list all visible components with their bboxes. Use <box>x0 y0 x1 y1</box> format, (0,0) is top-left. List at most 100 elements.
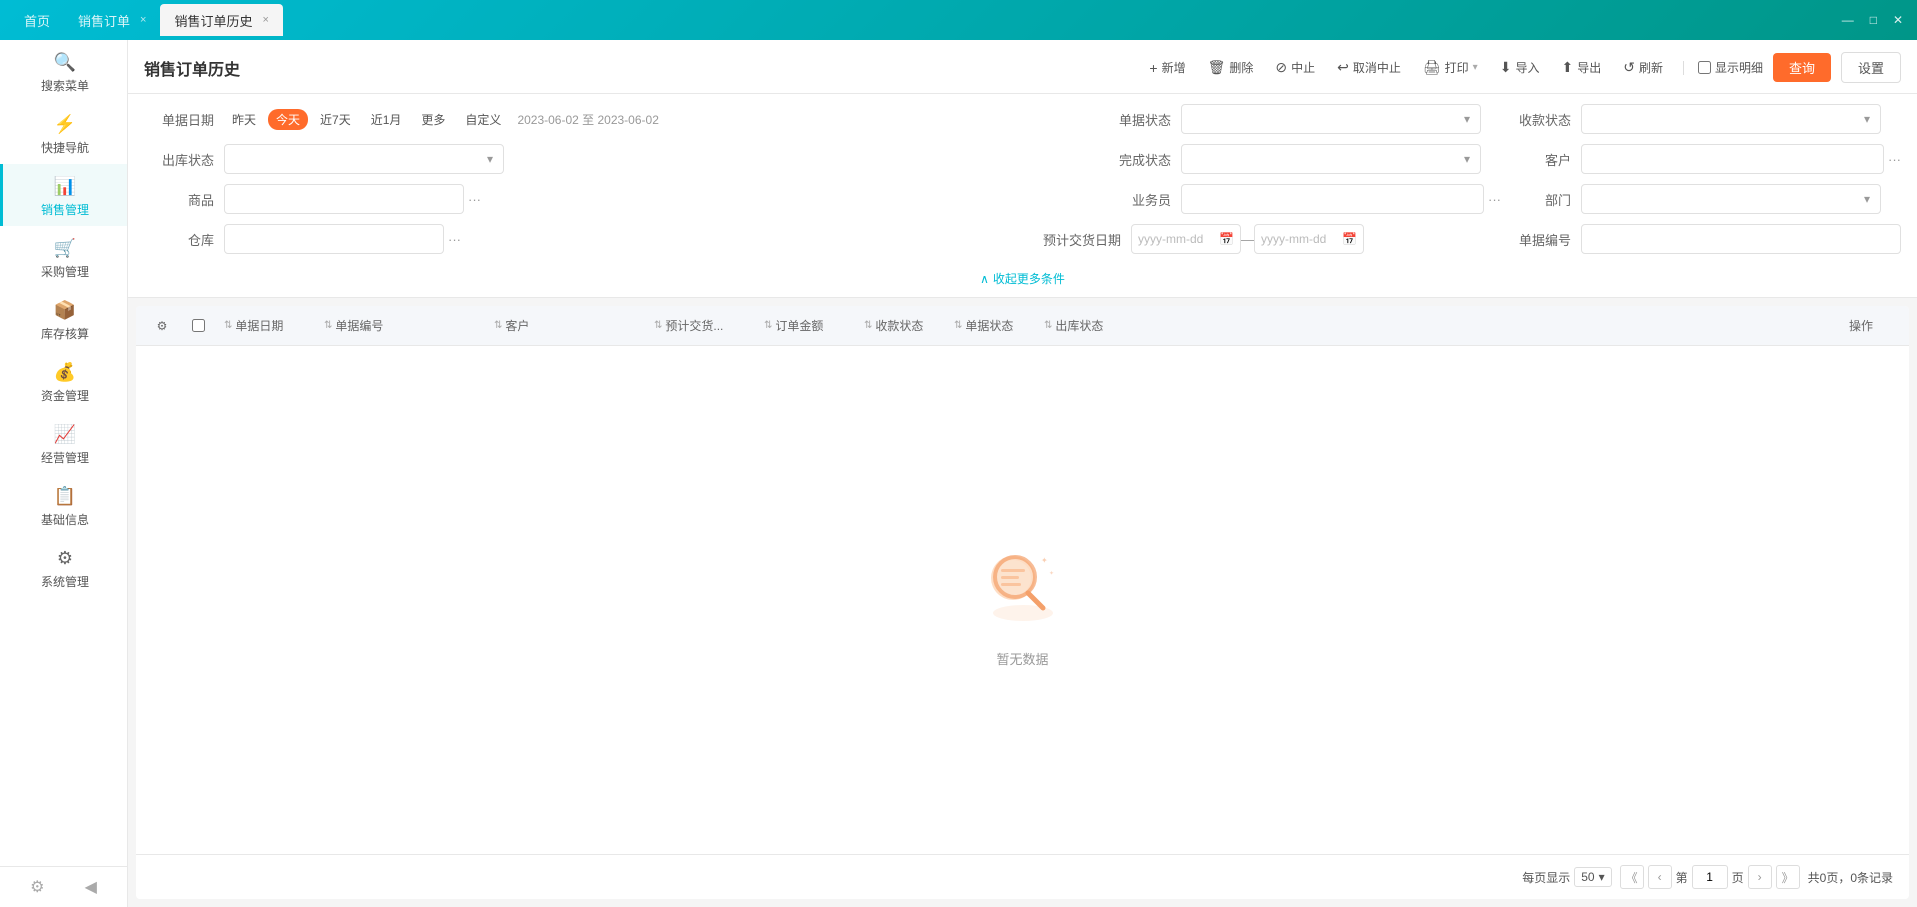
import-button[interactable]: ⬇ 导入 <box>1494 55 1546 80</box>
tab-sales-order-close[interactable]: × <box>140 14 146 26</box>
page-size-value: 50 <box>1581 870 1594 884</box>
warehouse-input[interactable] <box>224 224 444 254</box>
sidebar-item-purchase[interactable]: 🛒 采购管理 <box>0 226 127 288</box>
page-size-box[interactable]: 50 ▾ <box>1574 867 1611 887</box>
sidebar-item-system[interactable]: ⚙ 系统管理 <box>0 536 127 598</box>
toggle-sidebar-icon[interactable]: ◀ <box>85 877 97 897</box>
page-number-input[interactable] <box>1692 865 1728 889</box>
sort-icon-stock: ⇅ <box>1044 320 1052 331</box>
warehouse-dots[interactable]: ··· <box>448 232 461 247</box>
filter-col-payment-status: 收款状态 ▾ <box>1501 104 1901 134</box>
th-settings[interactable]: ⚙ <box>144 319 180 333</box>
select-all-checkbox[interactable] <box>192 319 205 332</box>
import-icon: ⬇ <box>1500 59 1512 76</box>
last-page-button[interactable]: 》 <box>1776 865 1800 889</box>
customer-input[interactable] <box>1581 144 1884 174</box>
cancel-stop-button[interactable]: ↩ 取消中止 <box>1331 55 1407 80</box>
btn-1month[interactable]: 近1月 <box>363 109 410 130</box>
delete-button[interactable]: 🗑 删除 <box>1202 55 1260 80</box>
query-button[interactable]: 查询 <box>1773 53 1831 82</box>
stop-button[interactable]: ⊘ 中止 <box>1269 55 1321 80</box>
th-delivery[interactable]: ⇅ 预计交货... <box>646 317 756 334</box>
delivery-date-from[interactable]: yyyy-mm-dd 📅 <box>1131 224 1241 254</box>
sidebar-item-system-label: 系统管理 <box>41 573 89 590</box>
refresh-button[interactable]: ↺ 刷新 <box>1617 55 1669 80</box>
system-icon: ⚙ <box>57 548 73 569</box>
sidebar-item-purchase-label: 采购管理 <box>41 263 89 280</box>
product-dots[interactable]: ··· <box>468 192 481 207</box>
calendar-to-icon[interactable]: 📅 <box>1342 232 1357 246</box>
th-payment-status[interactable]: ⇅ 收款状态 <box>856 317 946 334</box>
prev-page-button[interactable]: ‹ <box>1648 865 1672 889</box>
th-order-no[interactable]: ⇅ 单据编号 <box>316 317 486 334</box>
show-columns-checkbox[interactable] <box>1698 61 1711 74</box>
btn-today[interactable]: 今天 <box>268 109 308 130</box>
maximize-btn[interactable]: □ <box>1866 13 1881 27</box>
sort-icon-payment: ⇅ <box>864 320 872 331</box>
delivery-date-to[interactable]: yyyy-mm-dd 📅 <box>1254 224 1364 254</box>
stock-out-chevron: ▾ <box>487 152 493 166</box>
btn-yesterday[interactable]: 昨天 <box>224 109 264 130</box>
th-action: 操作 <box>1841 317 1901 334</box>
settings-gear-icon[interactable]: ⚙ <box>157 319 168 333</box>
sidebar-item-base-info[interactable]: 📋 基础信息 <box>0 474 127 536</box>
setting-button[interactable]: 设置 <box>1841 52 1901 83</box>
th-stock-status-label: 出库状态 <box>1055 317 1103 334</box>
complete-status-select[interactable]: ▾ <box>1181 144 1481 174</box>
sidebar-item-operations[interactable]: 📈 经营管理 <box>0 412 127 474</box>
tab-home[interactable]: 首页 <box>10 4 64 36</box>
export-button[interactable]: ⬆ 导出 <box>1555 55 1607 80</box>
btn-more[interactable]: 更多 <box>413 109 453 130</box>
filter-col-stock-out: 出库状态 ▾ <box>144 144 1101 174</box>
th-order-status-label: 单据状态 <box>965 317 1013 334</box>
sidebar-item-inventory[interactable]: 📦 库存核算 <box>0 288 127 350</box>
th-delivery-label: 预计交货... <box>665 317 723 334</box>
th-order-status[interactable]: ⇅ 单据状态 <box>946 317 1036 334</box>
th-checkbox[interactable] <box>180 319 216 332</box>
th-customer[interactable]: ⇅ 客户 <box>486 317 646 334</box>
cancel-stop-icon: ↩ <box>1337 59 1349 76</box>
department-chevron: ▾ <box>1864 192 1870 206</box>
sidebar-item-sales[interactable]: 📊 销售管理 <box>0 164 127 226</box>
print-button[interactable]: 🖨 打印 ▾ <box>1417 55 1484 80</box>
th-stock-status[interactable]: ⇅ 出库状态 <box>1036 317 1126 334</box>
th-date-label: 单据日期 <box>235 317 283 334</box>
department-select[interactable]: ▾ <box>1581 184 1881 214</box>
customer-dots[interactable]: ··· <box>1888 152 1901 167</box>
show-columns-label[interactable]: 显示明细 <box>1698 59 1763 76</box>
print-arrow-icon: ▾ <box>1473 62 1478 73</box>
table-area: ⚙ ⇅ 单据日期 ⇅ 单据编号 ⇅ 客户 ⇅ <box>136 306 1909 899</box>
order-status-select[interactable]: ▾ <box>1181 104 1481 134</box>
calendar-from-icon[interactable]: 📅 <box>1219 232 1234 246</box>
product-input[interactable] <box>224 184 464 214</box>
page-unit: 页 <box>1732 869 1744 886</box>
quick-nav-icon: ⚡ <box>54 114 76 135</box>
sidebar-item-base-info-label: 基础信息 <box>41 511 89 528</box>
salesperson-input[interactable] <box>1181 184 1484 214</box>
top-bar: 首页 销售订单 × 销售订单历史 × — □ ✕ <box>0 0 1917 40</box>
stock-out-select[interactable]: ▾ <box>224 144 504 174</box>
th-amount[interactable]: ⇅ 订单金额 <box>756 317 856 334</box>
salesperson-dots[interactable]: ··· <box>1488 192 1501 207</box>
collapse-row[interactable]: ∧ 收起更多条件 <box>144 264 1901 287</box>
btn-custom[interactable]: 自定义 <box>457 109 509 130</box>
next-page-button[interactable]: › <box>1748 865 1772 889</box>
tab-sales-order-history-close[interactable]: × <box>262 14 268 26</box>
sidebar-item-search-menu[interactable]: 🔍 搜索菜单 <box>0 40 127 102</box>
tab-sales-order-history[interactable]: 销售订单历史 × <box>160 4 282 36</box>
sidebar-item-quick-nav-label: 快捷导航 <box>41 139 89 156</box>
sidebar-item-quick-nav[interactable]: ⚡ 快捷导航 <box>0 102 127 164</box>
main-layout: 🔍 搜索菜单 ⚡ 快捷导航 📊 销售管理 🛒 采购管理 📦 库存核算 💰 资金管… <box>0 40 1917 907</box>
svg-text:✦: ✦ <box>1041 556 1048 565</box>
payment-status-select[interactable]: ▾ <box>1581 104 1881 134</box>
btn-7days[interactable]: 近7天 <box>312 109 359 130</box>
tab-sales-order[interactable]: 销售订单 × <box>64 4 160 36</box>
order-no-input[interactable] <box>1581 224 1901 254</box>
settings-bottom-icon[interactable]: ⚙ <box>30 877 44 897</box>
sidebar-item-finance[interactable]: 💰 资金管理 <box>0 350 127 412</box>
first-page-button[interactable]: 《 <box>1620 865 1644 889</box>
th-date[interactable]: ⇅ 单据日期 <box>216 317 316 334</box>
close-btn[interactable]: ✕ <box>1889 13 1907 27</box>
add-button[interactable]: + 新增 <box>1143 55 1191 80</box>
minimize-btn[interactable]: — <box>1838 13 1858 27</box>
